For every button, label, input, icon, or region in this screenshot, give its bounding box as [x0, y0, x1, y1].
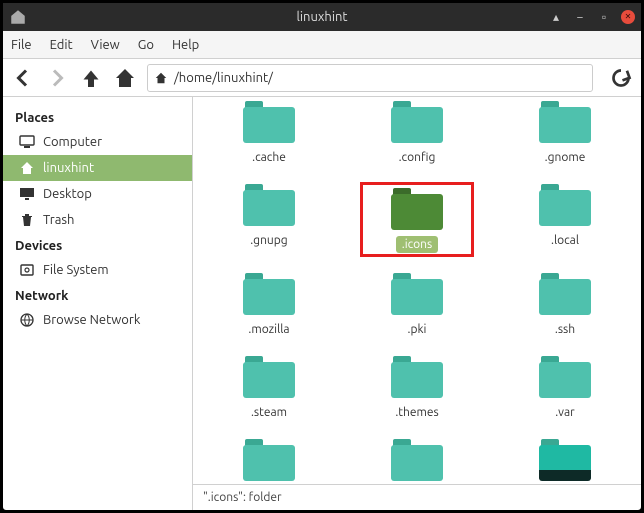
menu-edit[interactable]: Edit — [50, 38, 73, 52]
home-button[interactable] — [113, 66, 137, 90]
window-title: linuxhint — [3, 10, 641, 24]
close-button[interactable] — [621, 10, 635, 24]
sidebar-item-label: Browse Network — [43, 313, 140, 327]
folder-item[interactable]: .var — [510, 356, 620, 421]
sidebar-item-file-system[interactable]: File System — [3, 257, 192, 283]
folder-item[interactable]: .mozilla — [214, 273, 324, 338]
folder-item[interactable]: .gnupg — [214, 184, 324, 255]
titlebar[interactable]: linuxhint ▴ − ▫ — [3, 3, 641, 31]
sidebar-header-devices: Devices — [3, 233, 192, 257]
folder-icon — [391, 439, 443, 481]
folder-icon — [391, 273, 443, 315]
folder-label: .themes — [389, 404, 444, 421]
file-manager-window: linuxhint ▴ − ▫ File Edit View Go Help /… — [0, 0, 644, 513]
folder-icon — [243, 273, 295, 315]
sidebar-item-computer[interactable]: Computer — [3, 129, 192, 155]
icon-view[interactable]: .cache .config .gnome .gnupg .icons .local .mo… — [193, 97, 641, 484]
folder-item[interactable]: .ssh — [510, 273, 620, 338]
folder-icon — [391, 356, 443, 398]
folder-item[interactable]: .pki — [362, 273, 472, 338]
maximize-button[interactable]: ▫ — [597, 10, 611, 24]
folder-label: .cache — [246, 149, 292, 166]
folder-item[interactable]: .themes — [362, 356, 472, 421]
sidebar-item-browse-network[interactable]: Browse Network — [3, 307, 192, 333]
sidebar-item-label: linuxhint — [43, 161, 94, 175]
status-text: ".icons": folder — [203, 491, 282, 504]
folder-icon — [391, 188, 443, 230]
monitor-icon — [19, 134, 35, 150]
folder-icon — [243, 356, 295, 398]
window-app-icon — [9, 8, 27, 26]
folder-item[interactable]: .config — [362, 101, 472, 166]
folder-item[interactable]: .wine — [362, 439, 472, 484]
folder-icon — [539, 356, 591, 398]
folder-label: .steam — [245, 404, 293, 421]
folder-icon — [391, 101, 443, 143]
folder-item[interactable]: .vscode — [214, 439, 324, 484]
folder-item[interactable]: .steam — [214, 356, 324, 421]
window-menu-icon[interactable]: ▴ — [549, 10, 563, 24]
folder-label: .gnupg — [244, 232, 293, 249]
sidebar-item-label: Computer — [43, 135, 102, 149]
folder-item[interactable]: .cache — [214, 101, 324, 166]
menu-view[interactable]: View — [91, 38, 120, 52]
folder-label: .config — [393, 149, 442, 166]
path-bar[interactable]: /home/linuxhint/ — [147, 64, 593, 92]
disk-icon — [19, 262, 35, 278]
folder-label: .pki — [402, 321, 433, 338]
folder-icon — [539, 439, 591, 481]
menubar: File Edit View Go Help — [3, 31, 641, 59]
folder-icon — [243, 101, 295, 143]
status-bar: ".icons": folder — [193, 484, 641, 510]
toolbar: /home/linuxhint/ — [3, 59, 641, 97]
sidebar-header-network: Network — [3, 283, 192, 307]
sidebar-item-linuxhint[interactable]: linuxhint — [3, 155, 192, 181]
reload-button[interactable] — [609, 66, 633, 90]
trash-icon — [19, 212, 35, 228]
sidebar-item-desktop[interactable]: Desktop — [3, 181, 192, 207]
back-button[interactable] — [11, 66, 35, 90]
folder-label: .local — [545, 232, 585, 249]
minimize-button[interactable]: − — [573, 10, 587, 24]
path-home-icon — [154, 71, 168, 85]
sidebar-header-places: Places — [3, 105, 192, 129]
folder-icon — [243, 439, 295, 481]
folder-item[interactable]: .gnome — [510, 101, 620, 166]
path-text: /home/linuxhint/ — [174, 71, 273, 85]
folder-item[interactable]: .local — [510, 184, 620, 255]
folder-icon — [539, 273, 591, 315]
forward-button[interactable] — [45, 66, 69, 90]
menu-file[interactable]: File — [11, 38, 32, 52]
menu-go[interactable]: Go — [138, 38, 154, 52]
folder-label: .gnome — [539, 149, 592, 166]
folder-label: .var — [549, 404, 580, 421]
folder-icon — [539, 184, 591, 226]
folder-label: .mozilla — [242, 321, 295, 338]
folder-icon — [539, 101, 591, 143]
sidebar-item-trash[interactable]: Trash — [3, 207, 192, 233]
sidebar-item-label: Trash — [43, 213, 74, 227]
sidebar-item-label: Desktop — [43, 187, 92, 201]
folder-icon — [243, 184, 295, 226]
globe-icon — [19, 312, 35, 328]
desktop-icon — [19, 186, 35, 202]
folder-item[interactable]: .icons — [362, 184, 472, 255]
sidebar: Places Computer linuxhint Desktop Trash Dev… — [3, 97, 193, 510]
home-icon — [19, 160, 35, 176]
sidebar-item-label: File System — [43, 263, 109, 277]
folder-item[interactable]: Desktop — [510, 439, 620, 484]
menu-help[interactable]: Help — [172, 38, 199, 52]
up-button[interactable] — [79, 66, 103, 90]
folder-label: .icons — [396, 236, 439, 253]
folder-label: .ssh — [549, 321, 581, 338]
